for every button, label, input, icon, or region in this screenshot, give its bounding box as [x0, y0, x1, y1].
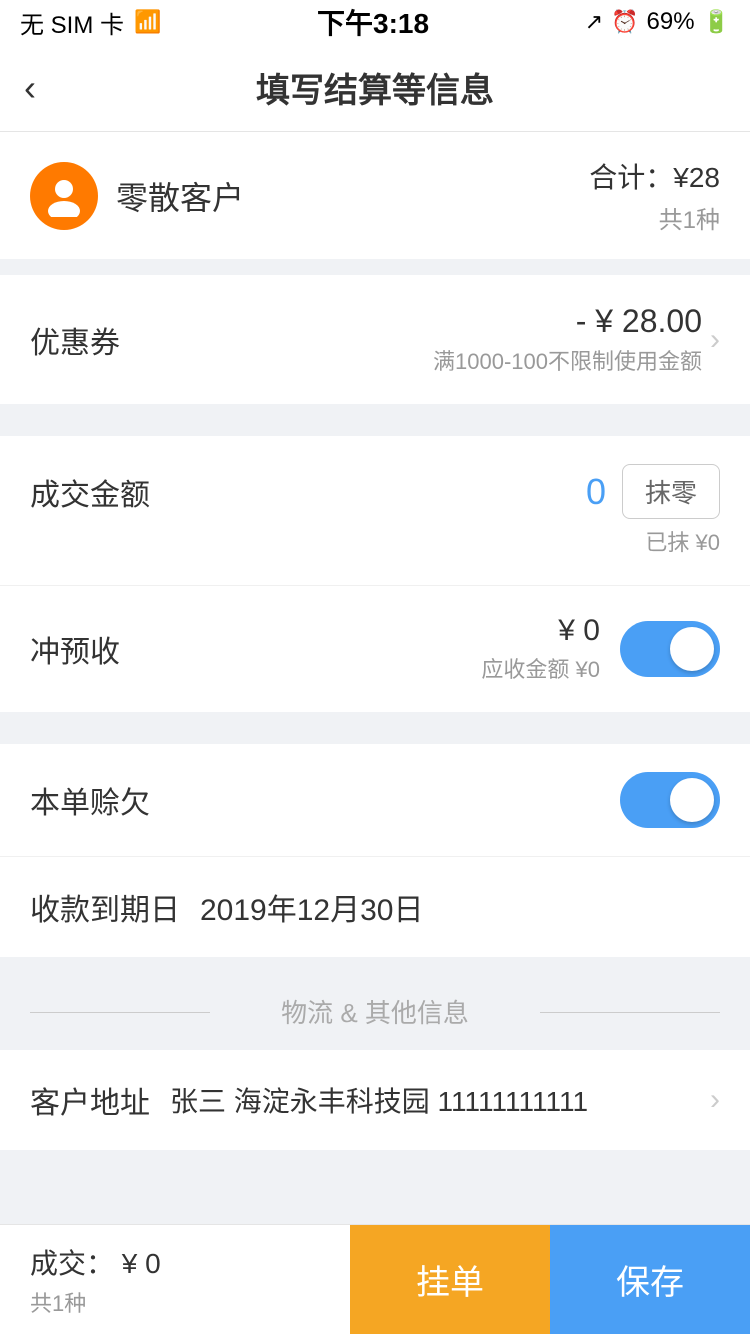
status-carrier: 无 SIM 卡 📶	[20, 5, 161, 40]
prepay-label: 冲预收	[30, 627, 120, 671]
bottom-summary: 成交： ¥ 0 共1种	[0, 1242, 350, 1318]
battery-icon: 🔋	[703, 9, 730, 35]
section-divider-1	[0, 420, 750, 436]
customer-right: 合计：¥28 共1种	[589, 156, 720, 235]
pending-button[interactable]: 挂单	[350, 1225, 550, 1334]
alarm-icon: ⏰	[611, 9, 638, 35]
status-right: ↗ ⏰ 69% 🔋	[585, 8, 730, 36]
user-icon	[43, 175, 85, 217]
customer-name: 零散客户	[116, 173, 244, 219]
credit-row: 本单赊欠	[0, 744, 750, 857]
prepay-toggle[interactable]	[620, 621, 720, 677]
wifi-icon: 📶	[134, 9, 161, 35]
customer-left: 零散客户	[30, 162, 244, 230]
bottom-deal-amount: ¥ 0	[122, 1248, 161, 1279]
customer-avatar	[30, 162, 98, 230]
due-date-label: 收款到期日	[30, 885, 180, 929]
credit-section: 本单赊欠 收款到期日 2019年12月30日	[0, 744, 750, 957]
bottom-bar: 成交： ¥ 0 共1种 挂单 保存	[0, 1224, 750, 1334]
deal-prepay-section: 成交金额 抹零 已抹 ¥0 冲预收 ¥ 0 应收金额 ¥0	[0, 436, 750, 712]
prepay-receivable: 应收金额 ¥0	[481, 652, 600, 684]
customer-count: 共1种	[589, 200, 720, 235]
coupon-label: 优惠券	[30, 318, 120, 362]
deal-amount-label: 成交金额	[30, 470, 150, 514]
prepay-row: 冲预收 ¥ 0 应收金额 ¥0	[0, 586, 750, 712]
prepay-value-wrap: ¥ 0 应收金额 ¥0	[481, 614, 600, 684]
coupon-row-right: - ¥ 28.00 满1000-100不限制使用金额 ›	[433, 303, 720, 376]
credit-toggle-knob	[670, 778, 714, 822]
customer-section: 零散客户 合计：¥28 共1种	[0, 132, 750, 259]
already-round-text: 已抹 ¥0	[645, 530, 720, 555]
round-zero-button[interactable]: 抹零	[622, 464, 720, 519]
coupon-row[interactable]: 优惠券 - ¥ 28.00 满1000-100不限制使用金额 ›	[0, 275, 750, 404]
deal-amount-value-wrap: 抹零	[486, 464, 720, 519]
credit-label: 本单赊欠	[30, 778, 150, 822]
nav-bar: ‹ 填写结算等信息	[0, 44, 750, 132]
save-button[interactable]: 保存	[550, 1225, 750, 1334]
bottom-count: 共1种	[30, 1286, 320, 1318]
status-time: 下午3:18	[317, 2, 429, 42]
section-divider-2	[0, 728, 750, 744]
prepay-right: ¥ 0 应收金额 ¥0	[481, 614, 720, 684]
chevron-right-icon: ›	[710, 323, 720, 357]
credit-toggle[interactable]	[620, 772, 720, 828]
address-label: 客户地址	[30, 1078, 150, 1122]
deal-amount-row: 成交金额 抹零 已抹 ¥0	[0, 436, 750, 586]
address-value: 张三 海淀永丰科技园 11111111111	[170, 1080, 588, 1120]
address-left: 客户地址 张三 海淀永丰科技园 11111111111	[30, 1078, 588, 1122]
page-title: 填写结算等信息	[256, 63, 494, 112]
due-date-row: 收款到期日 2019年12月30日	[0, 857, 750, 957]
prepay-amount: ¥ 0	[481, 614, 600, 648]
battery-text: 69%	[647, 8, 695, 36]
logistics-header: 物流 & 其他信息	[0, 973, 750, 1050]
coupon-discount: - ¥ 28.00	[433, 303, 702, 340]
address-section[interactable]: 客户地址 张三 海淀永丰科技园 11111111111 ›	[0, 1050, 750, 1150]
address-chevron-icon: ›	[710, 1083, 720, 1117]
due-date-value[interactable]: 2019年12月30日	[200, 885, 423, 929]
logistics-title: 物流 & 其他信息	[281, 998, 469, 1028]
status-bar: 无 SIM 卡 📶 下午3:18 ↗ ⏰ 69% 🔋	[0, 0, 750, 44]
toggle-knob	[670, 627, 714, 671]
content-area: 零散客户 合计：¥28 共1种 优惠券 - ¥ 28.00 满1000-100不…	[0, 132, 750, 1270]
back-button[interactable]: ‹	[24, 67, 36, 109]
bottom-deal-label: 成交：	[30, 1248, 114, 1279]
section-divider-3	[0, 957, 750, 973]
coupon-section: 优惠券 - ¥ 28.00 满1000-100不限制使用金额 ›	[0, 275, 750, 404]
deal-amount-input[interactable]	[486, 471, 606, 513]
customer-total: 合计：¥28	[589, 156, 720, 196]
coupon-value-wrap: - ¥ 28.00 满1000-100不限制使用金额	[433, 303, 702, 376]
carrier-text: 无 SIM 卡	[20, 5, 124, 40]
coupon-desc: 满1000-100不限制使用金额	[433, 344, 702, 376]
bottom-deal-text: 成交： ¥ 0	[30, 1242, 320, 1282]
location-icon: ↗	[585, 9, 603, 35]
